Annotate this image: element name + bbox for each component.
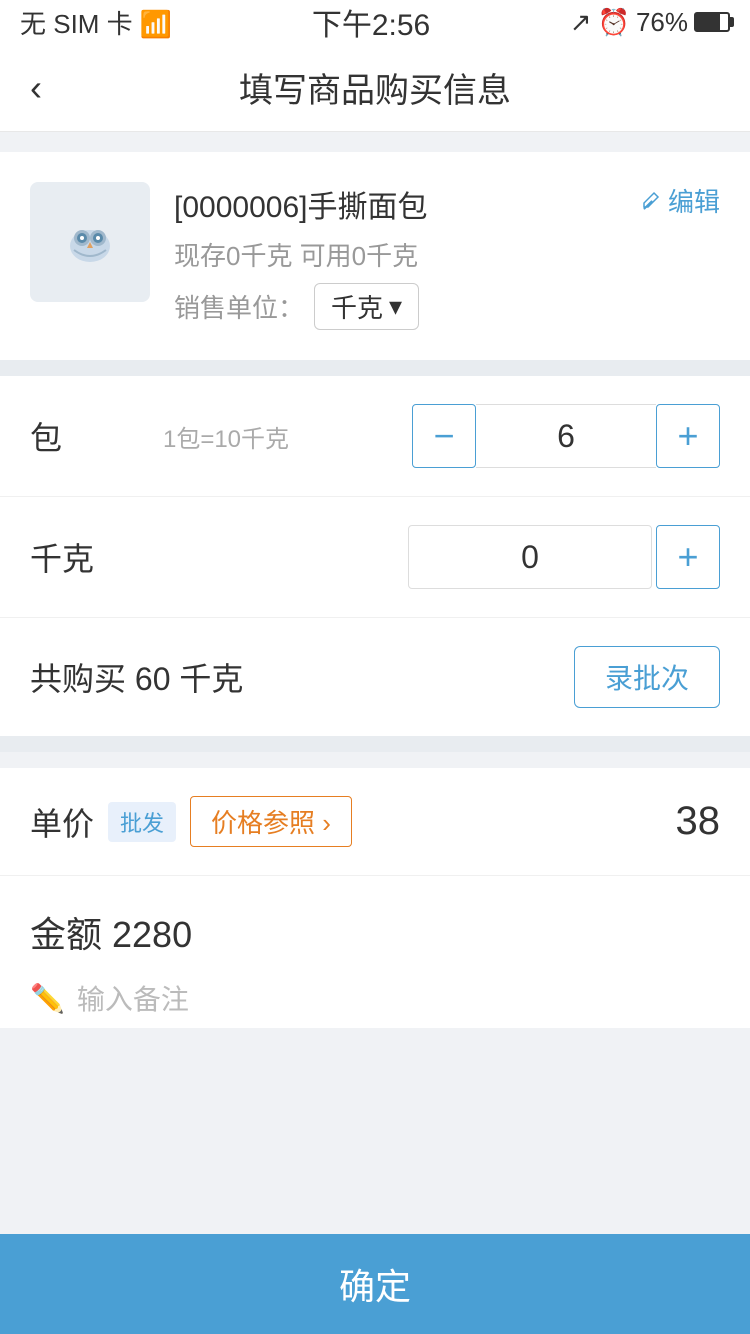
kilogram-increment-button[interactable]: + bbox=[656, 525, 720, 589]
input-section: 包 1包=10千克 − + 千克 + bbox=[0, 376, 750, 618]
divider-2 bbox=[0, 736, 750, 752]
package-input[interactable] bbox=[476, 404, 656, 468]
back-button[interactable]: ‹ bbox=[30, 67, 42, 109]
product-info: [0000006]手撕面包 编辑 现存0千克 可用0千克 销售单位： 千克 ▾ bbox=[174, 182, 720, 330]
price-reference-button[interactable]: 价格参照 › bbox=[190, 796, 352, 847]
nav-bar: ‹ 填写商品购买信息 bbox=[0, 44, 750, 132]
product-logo-icon bbox=[60, 212, 120, 272]
amount-text: 金额 2280 bbox=[30, 906, 720, 958]
kilogram-row: 千克 + bbox=[0, 497, 750, 618]
page-title: 填写商品购买信息 bbox=[239, 63, 511, 112]
kilogram-label: 千克 bbox=[30, 534, 219, 580]
product-card: [0000006]手撕面包 编辑 现存0千克 可用0千克 销售单位： 千克 ▾ bbox=[0, 152, 750, 360]
remark-row: ✏️ 输入备注 bbox=[30, 978, 720, 1018]
status-left: 无 SIM 卡 📶 bbox=[20, 4, 172, 41]
chevron-down-icon: ▾ bbox=[389, 291, 402, 322]
amount-section: 金额 2280 ✏️ 输入备注 bbox=[0, 875, 750, 1028]
package-label: 包 bbox=[30, 413, 153, 459]
summary-text: 共购买 60 千克 bbox=[30, 654, 243, 700]
battery-text: 76% bbox=[636, 7, 688, 38]
battery-icon bbox=[694, 12, 730, 32]
summary-row: 共购买 60 千克 录批次 bbox=[0, 618, 750, 736]
product-name: [0000006]手撕面包 bbox=[174, 182, 427, 226]
edit-button[interactable]: 编辑 bbox=[640, 182, 720, 219]
edit-icon bbox=[640, 190, 662, 212]
batch-button[interactable]: 录批次 bbox=[574, 646, 720, 708]
status-time: 下午2:56 bbox=[312, 0, 430, 44]
price-value: 38 bbox=[676, 799, 721, 844]
product-image bbox=[30, 182, 150, 302]
status-right: ↗ ⏰ 76% bbox=[570, 7, 730, 38]
remark-placeholder[interactable]: 输入备注 bbox=[77, 978, 189, 1018]
batch-tag: 批发 bbox=[108, 802, 176, 842]
package-decrement-button[interactable]: − bbox=[412, 404, 476, 468]
unit-select[interactable]: 千克 ▾ bbox=[314, 283, 419, 330]
price-section: 单价 批发 价格参照 › 38 bbox=[0, 768, 750, 875]
package-increment-button[interactable]: + bbox=[656, 404, 720, 468]
package-row: 包 1包=10千克 − + bbox=[0, 376, 750, 497]
alarm-icon: ⏰ bbox=[598, 7, 630, 38]
kilogram-input[interactable] bbox=[408, 525, 652, 589]
product-unit-row: 销售单位： 千克 ▾ bbox=[174, 283, 720, 330]
divider-1 bbox=[0, 360, 750, 376]
status-bar: 无 SIM 卡 📶 下午2:56 ↗ ⏰ 76% bbox=[0, 0, 750, 44]
confirm-button[interactable]: 确定 bbox=[0, 1234, 750, 1334]
package-hint: 1包=10千克 bbox=[163, 419, 289, 454]
price-label: 单价 bbox=[30, 799, 94, 845]
package-stepper: − + bbox=[412, 404, 720, 468]
location-icon: ↗ bbox=[570, 7, 592, 38]
product-stock: 现存0千克 可用0千克 bbox=[174, 236, 720, 273]
price-left: 单价 批发 价格参照 › bbox=[30, 796, 352, 847]
pencil-icon: ✏️ bbox=[30, 982, 65, 1015]
